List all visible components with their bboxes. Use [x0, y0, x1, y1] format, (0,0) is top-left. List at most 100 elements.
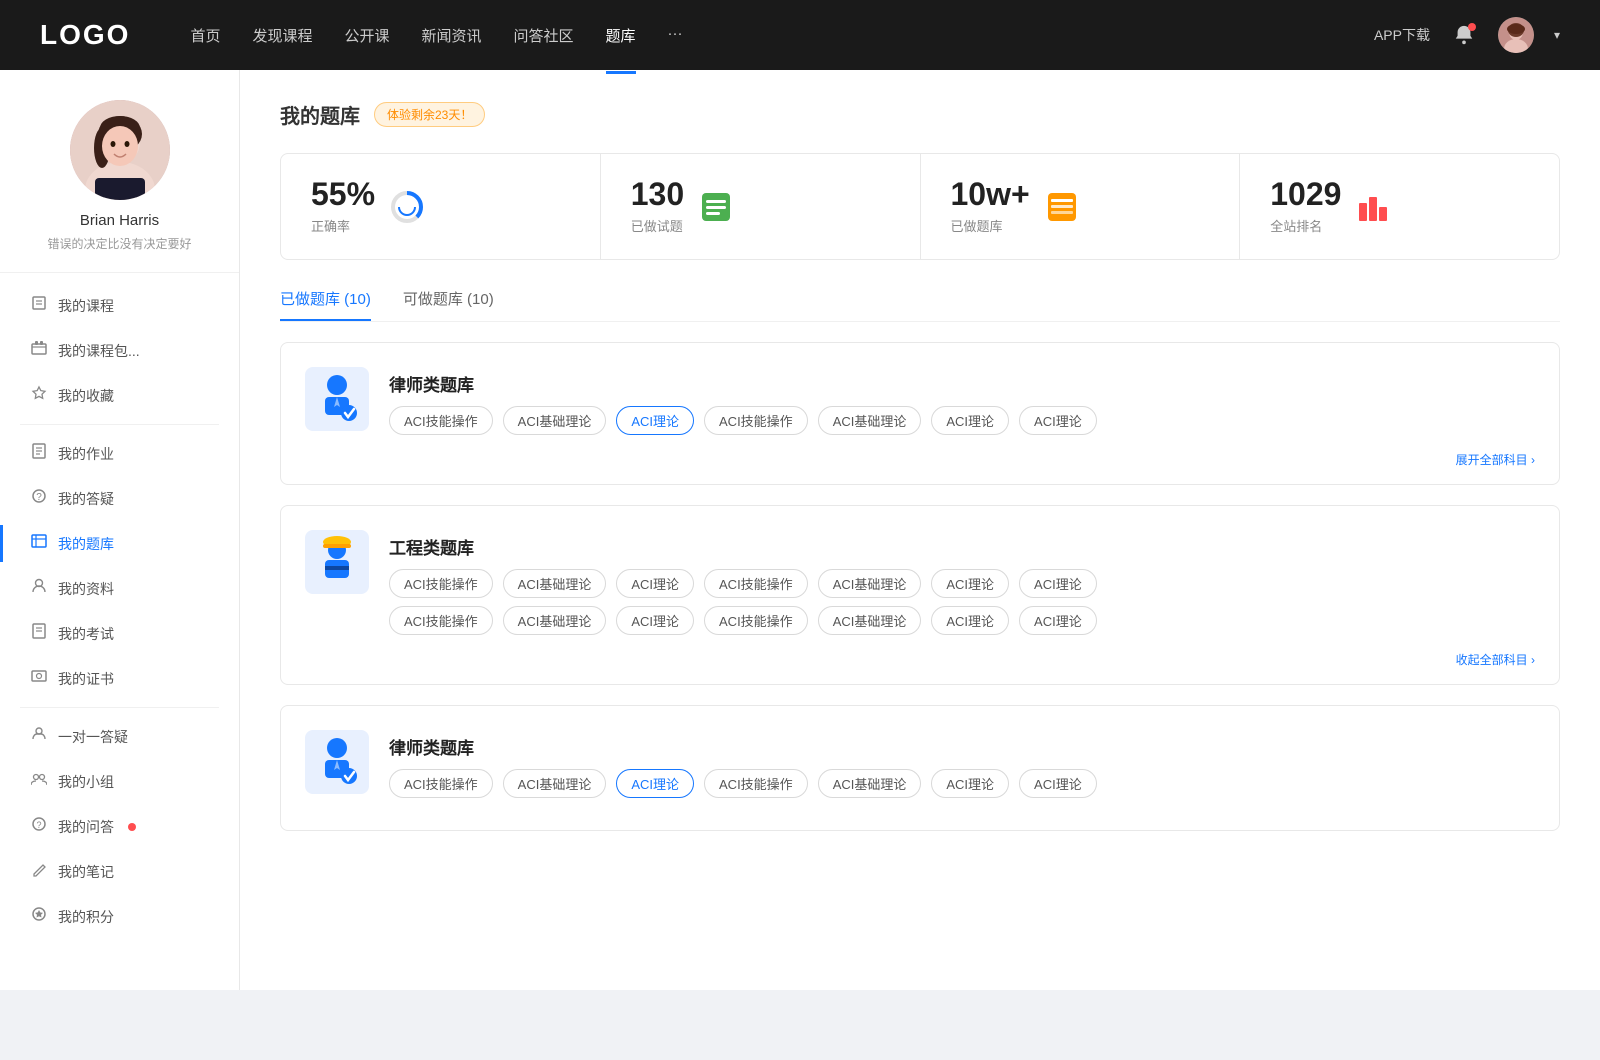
- stat-ranking: 1029 全站排名: [1240, 154, 1559, 259]
- sidebar-item-my-points[interactable]: 我的积分: [0, 894, 239, 939]
- my-homework-icon: [30, 443, 48, 464]
- sidebar-item-my-qa[interactable]: ? 我的答疑: [0, 476, 239, 521]
- my-favorites-label: 我的收藏: [58, 386, 114, 406]
- bank-1-tag-5[interactable]: ACI理论: [931, 406, 1009, 435]
- page-title: 我的题库: [280, 100, 360, 129]
- bank-2-tag-9[interactable]: ACI理论: [616, 606, 694, 635]
- logo: LOGO: [40, 19, 130, 51]
- sidebar-menu: 我的课程 我的课程包... 我的收藏 我的作业: [0, 283, 239, 939]
- bank-2-tag-5[interactable]: ACI理论: [931, 569, 1009, 598]
- stat-accuracy-content: 55% 正确率: [311, 178, 375, 235]
- my-qa-label: 我的答疑: [58, 489, 114, 509]
- nav-links: 首页 发现课程 公开课 新闻资讯 问答社区 题库 ···: [190, 21, 1374, 50]
- sidebar-item-my-exam[interactable]: 我的考试: [0, 611, 239, 656]
- sidebar-item-my-homework[interactable]: 我的作业: [0, 431, 239, 476]
- bank-3-tag-4[interactable]: ACI基础理论: [818, 769, 922, 798]
- my-course-icon: [30, 295, 48, 316]
- sidebar-item-my-questions[interactable]: ? 我的问答: [0, 804, 239, 849]
- accuracy-chart-icon: [389, 189, 425, 225]
- sidebar-item-my-bank[interactable]: 我的题库: [0, 521, 239, 566]
- questions-badge-dot: [128, 823, 136, 831]
- bank-3-tag-0[interactable]: ACI技能操作: [389, 769, 493, 798]
- bank-1-tag-0[interactable]: ACI技能操作: [389, 406, 493, 435]
- bank-3-tag-1[interactable]: ACI基础理论: [503, 769, 607, 798]
- bank-card-3-tags: ACI技能操作 ACI基础理论 ACI理论 ACI技能操作 ACI基础理论 AC…: [389, 769, 1097, 798]
- bank-2-tag-10[interactable]: ACI技能操作: [704, 606, 808, 635]
- nav-chevron-icon[interactable]: ▾: [1554, 28, 1560, 42]
- bank-card-2-collapse[interactable]: 收起全部科目 ›: [1456, 651, 1535, 668]
- nav-link-home[interactable]: 首页: [190, 21, 220, 50]
- bank-1-tag-1[interactable]: ACI基础理论: [503, 406, 607, 435]
- bank-1-tag-3[interactable]: ACI技能操作: [704, 406, 808, 435]
- bank-3-tag-3[interactable]: ACI技能操作: [704, 769, 808, 798]
- sidebar-item-my-favorites[interactable]: 我的收藏: [0, 373, 239, 418]
- bank-card-1-title: 律师类题库: [389, 367, 1097, 396]
- sidebar-profile: Brian Harris 错误的决定比没有决定要好: [0, 100, 239, 273]
- bank-1-tag-4[interactable]: ACI基础理论: [818, 406, 922, 435]
- bank-2-tag-0[interactable]: ACI技能操作: [389, 569, 493, 598]
- my-bank-label: 我的题库: [58, 534, 114, 554]
- bank-2-tag-13[interactable]: ACI理论: [1019, 606, 1097, 635]
- tabs-row: 已做题库 (10) 可做题库 (10): [280, 288, 1560, 322]
- bank-2-tag-12[interactable]: ACI理论: [931, 606, 1009, 635]
- nav-link-qa[interactable]: 问答社区: [514, 21, 574, 50]
- bank-card-2-header: 工程类题库 ACI技能操作 ACI基础理论 ACI理论 ACI技能操作 ACI基…: [305, 530, 1535, 635]
- nav-link-question[interactable]: 题库: [606, 21, 636, 50]
- tab-available-banks[interactable]: 可做题库 (10): [403, 288, 494, 321]
- my-points-icon: [30, 906, 48, 927]
- bank-card-3-title: 律师类题库: [389, 730, 1097, 759]
- bank-3-tag-2[interactable]: ACI理论: [616, 769, 694, 798]
- profile-avatar: [70, 100, 170, 200]
- stat-done-banks-number: 10w+: [951, 178, 1030, 210]
- stat-done-questions-label: 已做试题: [631, 216, 684, 235]
- my-questions-label: 我的问答: [58, 817, 114, 837]
- bank-2-tag-6[interactable]: ACI理论: [1019, 569, 1097, 598]
- svg-text:?: ?: [36, 820, 41, 830]
- my-profile-label: 我的资料: [58, 579, 114, 599]
- stat-done-questions-number: 130: [631, 178, 684, 210]
- my-profile-icon: [30, 578, 48, 599]
- bank-1-tag-2[interactable]: ACI理论: [616, 406, 694, 435]
- my-questions-icon: ?: [30, 816, 48, 837]
- bank-2-tag-11[interactable]: ACI基础理论: [818, 606, 922, 635]
- sidebar-item-my-notes[interactable]: 我的笔记: [0, 849, 239, 894]
- bank-2-tag-1[interactable]: ACI基础理论: [503, 569, 607, 598]
- bank-card-3: 律师类题库 ACI技能操作 ACI基础理论 ACI理论 ACI技能操作 ACI基…: [280, 705, 1560, 831]
- sidebar-item-my-profile[interactable]: 我的资料: [0, 566, 239, 611]
- sidebar-item-one-on-one[interactable]: 一对一答疑: [0, 714, 239, 759]
- my-homework-label: 我的作业: [58, 444, 114, 464]
- bank-2-tag-2[interactable]: ACI理论: [616, 569, 694, 598]
- nav-link-news[interactable]: 新闻资讯: [422, 21, 482, 50]
- bank-3-tag-5[interactable]: ACI理论: [931, 769, 1009, 798]
- my-exam-icon: [30, 623, 48, 644]
- app-download-button[interactable]: APP下载: [1374, 25, 1430, 45]
- bank-3-tag-6[interactable]: ACI理论: [1019, 769, 1097, 798]
- bank-1-tag-6[interactable]: ACI理论: [1019, 406, 1097, 435]
- stats-row: 55% 正确率 130 已做试题: [280, 153, 1560, 260]
- nav-link-open[interactable]: 公开课: [344, 21, 389, 50]
- bank-2-tag-8[interactable]: ACI基础理论: [503, 606, 607, 635]
- my-group-icon: [30, 771, 48, 792]
- my-bank-icon: [30, 533, 48, 554]
- sidebar-item-my-group[interactable]: 我的小组: [0, 759, 239, 804]
- my-notes-icon: [30, 861, 48, 882]
- bank-card-3-header: 律师类题库 ACI技能操作 ACI基础理论 ACI理论 ACI技能操作 ACI基…: [305, 730, 1535, 798]
- tab-done-banks[interactable]: 已做题库 (10): [280, 288, 371, 321]
- bank-2-tag-4[interactable]: ACI基础理论: [818, 569, 922, 598]
- sidebar-item-my-course[interactable]: 我的课程: [0, 283, 239, 328]
- user-avatar[interactable]: [1498, 17, 1534, 53]
- stat-ranking-label: 全站排名: [1270, 216, 1341, 235]
- nav-link-discover[interactable]: 发现课程: [252, 21, 312, 50]
- sidebar-item-my-package[interactable]: 我的课程包...: [0, 328, 239, 373]
- bank-2-tag-7[interactable]: ACI技能操作: [389, 606, 493, 635]
- bank-card-2-icon: [305, 530, 369, 594]
- nav-link-more[interactable]: ···: [668, 21, 683, 50]
- sidebar-item-my-cert[interactable]: 我的证书: [0, 656, 239, 701]
- my-notes-label: 我的笔记: [58, 862, 114, 882]
- stat-accuracy-number: 55%: [311, 178, 375, 210]
- bank-card-1-expand[interactable]: 展开全部科目 ›: [1456, 451, 1535, 468]
- bank-2-tag-3[interactable]: ACI技能操作: [704, 569, 808, 598]
- stat-accuracy: 55% 正确率: [281, 154, 601, 259]
- notification-bell[interactable]: [1450, 21, 1478, 49]
- done-banks-icon: [1044, 189, 1080, 225]
